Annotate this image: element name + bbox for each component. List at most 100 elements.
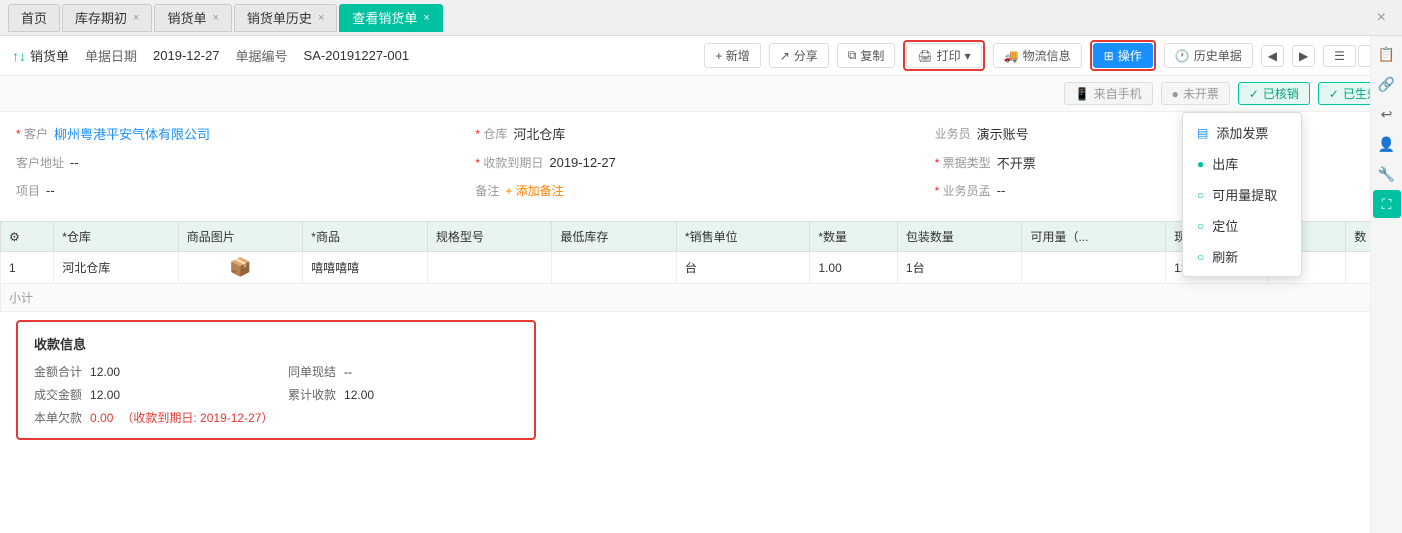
- print-button[interactable]: 🖨 打印 ▾: [906, 43, 981, 68]
- warehouse-out-item[interactable]: ● 出库: [1183, 148, 1301, 179]
- warehouse-out-icon: ●: [1197, 157, 1204, 171]
- tab-inventory-init[interactable]: 库存期初 ×: [62, 4, 152, 32]
- toolbar-row: 📱 来自手机 ● 未开票 ✓ 已核销 ✓ 已生效: [0, 76, 1402, 112]
- sidebar-user-btn[interactable]: 👤: [1373, 130, 1401, 158]
- phone-icon: 📱: [1075, 87, 1090, 101]
- payment-date-value: 2019-12-27: [549, 155, 616, 170]
- tab-bar: 首页 库存期初 × 销货单 × 销货单历史 × 查看销货单 × ×: [0, 0, 1402, 36]
- ticket-type-group: 票据类型 不开票: [935, 153, 1386, 172]
- available-qty-item[interactable]: ○ 可用量提取: [1183, 179, 1301, 210]
- ticket-type-value: 不开票: [997, 153, 1036, 172]
- row-product: 嘻嘻嘻嘻: [303, 252, 428, 284]
- form-row-2: 客户地址 -- 收款到期日 2019-12-27 票据类型 不开票: [16, 153, 1386, 172]
- tab-sales-order[interactable]: 销货单 ×: [154, 4, 231, 32]
- copy-label: 复制: [860, 47, 884, 64]
- warehouse-label: 仓库: [475, 125, 507, 142]
- logistics-button[interactable]: 🚚 物流信息: [993, 43, 1082, 68]
- tab-sales-order-label: 销货单: [167, 8, 206, 27]
- staff-group: 业务员 演示账号: [935, 124, 1386, 143]
- date-value: 2019-12-27: [153, 48, 220, 63]
- row-min-stock: [552, 252, 677, 284]
- print-highlight-box: 🖨 打印 ▾: [903, 40, 984, 71]
- address-label: 客户地址: [16, 154, 64, 171]
- row-spec: [427, 252, 552, 284]
- locate-item[interactable]: ○ 定位: [1183, 210, 1301, 241]
- col-available: 可用量（...: [1022, 222, 1166, 252]
- list-view-button[interactable]: ☰: [1323, 45, 1356, 67]
- cumulative-receipt-row: 累计收款 12.00: [288, 386, 518, 403]
- from-phone-button[interactable]: 📱 来自手机: [1064, 82, 1153, 105]
- refresh-label: 刷新: [1212, 247, 1238, 266]
- doc-header: ↑↓ 销货单 单据日期 2019-12-27 单据编号 SA-20191227-…: [0, 36, 1402, 76]
- not-open-ticket-button[interactable]: ● 未开票: [1161, 82, 1230, 105]
- transaction-amount-row: 成交金额 12.00: [34, 386, 264, 403]
- form-row-3: 项目 -- 备注 + 添加备注 业务员孟 --: [16, 182, 1386, 199]
- confirm-button[interactable]: ✓ 已核销: [1238, 82, 1310, 105]
- new-button[interactable]: + 新增: [704, 43, 760, 68]
- summary-box: 收款信息 金额合计 12.00 同单现结 -- 成交金额 12.00 累计收款 …: [16, 320, 536, 440]
- tab-home-label: 首页: [21, 8, 47, 27]
- staff-value: 演示账号: [977, 124, 1029, 143]
- prev-button[interactable]: ◀: [1261, 45, 1284, 67]
- row-pack-qty: 1台: [897, 252, 1022, 284]
- window-close-button[interactable]: ×: [1369, 9, 1394, 27]
- print-dropdown-icon: ▾: [965, 49, 971, 63]
- tab-inventory-init-close[interactable]: ×: [133, 12, 139, 24]
- same-order-row: 同单现结 --: [288, 363, 518, 380]
- col-gear[interactable]: ⚙: [1, 222, 54, 252]
- sidebar-print-btn[interactable]: 📋: [1373, 40, 1401, 68]
- print-icon: 🖨: [917, 49, 932, 63]
- history-button[interactable]: 🕐 历史单据: [1164, 43, 1253, 68]
- tab-home[interactable]: 首页: [8, 4, 60, 32]
- balance-label: 本单欠款: [34, 409, 82, 426]
- add-invoice-item[interactable]: ▤ 添加发票: [1183, 117, 1301, 148]
- tab-sales-history-close[interactable]: ×: [318, 12, 324, 24]
- copy-button[interactable]: ⧉ 复制: [837, 43, 896, 68]
- share-icon: ↗: [780, 49, 790, 63]
- doc-title-text: 销货单: [30, 46, 69, 65]
- operations-button[interactable]: ⊞ 操作: [1093, 43, 1153, 68]
- transaction-amount-label: 成交金额: [34, 386, 82, 403]
- warehouse-group: 仓库 河北仓库: [475, 124, 926, 143]
- tab-view-sales[interactable]: 查看销货单 ×: [339, 4, 442, 32]
- row-qty: 1.00: [810, 252, 898, 284]
- share-button[interactable]: ↗ 分享: [769, 43, 829, 68]
- product-image: 📦: [229, 257, 251, 277]
- effective-icon: ✓: [1329, 87, 1339, 101]
- history-label: 历史单据: [1194, 47, 1242, 64]
- logistics-label: 物流信息: [1023, 47, 1071, 64]
- transaction-amount-value: 12.00: [90, 388, 120, 402]
- sidebar-settings-btn[interactable]: 🔧: [1373, 160, 1401, 188]
- sidebar-link-btn[interactable]: 🔗: [1373, 70, 1401, 98]
- sidebar-expand-btn[interactable]: ⛶: [1373, 190, 1401, 218]
- next-button[interactable]: ▶: [1292, 45, 1315, 67]
- tab-view-sales-close[interactable]: ×: [423, 12, 429, 24]
- no-value: SA-20191227-001: [304, 48, 410, 63]
- row-available: [1022, 252, 1166, 284]
- customer-value[interactable]: 柳州粤港平安气体有限公司: [54, 124, 210, 143]
- operations-label: 操作: [1118, 47, 1142, 64]
- confirm-icon: ✓: [1249, 87, 1259, 101]
- right-sidebar: 📋 🔗 ↩ 👤 🔧 ⛶: [1370, 36, 1402, 533]
- customer-group: 客户 柳州粤港平安气体有限公司: [16, 124, 467, 143]
- staff-label: 业务员: [935, 125, 971, 142]
- row-warehouse: 河北仓库: [54, 252, 179, 284]
- cumulative-receipt-value: 12.00: [344, 388, 374, 402]
- tab-sales-order-close[interactable]: ×: [212, 12, 218, 24]
- refresh-item[interactable]: ○ 刷新: [1183, 241, 1301, 272]
- sidebar-undo-btn[interactable]: ↩: [1373, 100, 1401, 128]
- history-icon: 🕐: [1175, 49, 1190, 63]
- add-note-button[interactable]: + 添加备注: [505, 182, 563, 199]
- copy-icon: ⧉: [848, 48, 857, 63]
- balance-row: 本单欠款 0.00 （收款到期日: 2019-12-27）: [34, 409, 518, 426]
- cumulative-receipt-label: 累计收款: [288, 386, 336, 403]
- balance-note: （收款到期日: 2019-12-27）: [121, 409, 273, 426]
- same-order-label: 同单现结: [288, 363, 336, 380]
- tab-sales-history[interactable]: 销货单历史 ×: [234, 4, 337, 32]
- staff2-value: --: [997, 183, 1006, 198]
- project-label: 项目: [16, 182, 40, 199]
- customer-label: 客户: [16, 125, 48, 142]
- subtotal-row: 小计: [1, 284, 1402, 312]
- col-warehouse: *仓库: [54, 222, 179, 252]
- refresh-icon: ○: [1197, 250, 1204, 264]
